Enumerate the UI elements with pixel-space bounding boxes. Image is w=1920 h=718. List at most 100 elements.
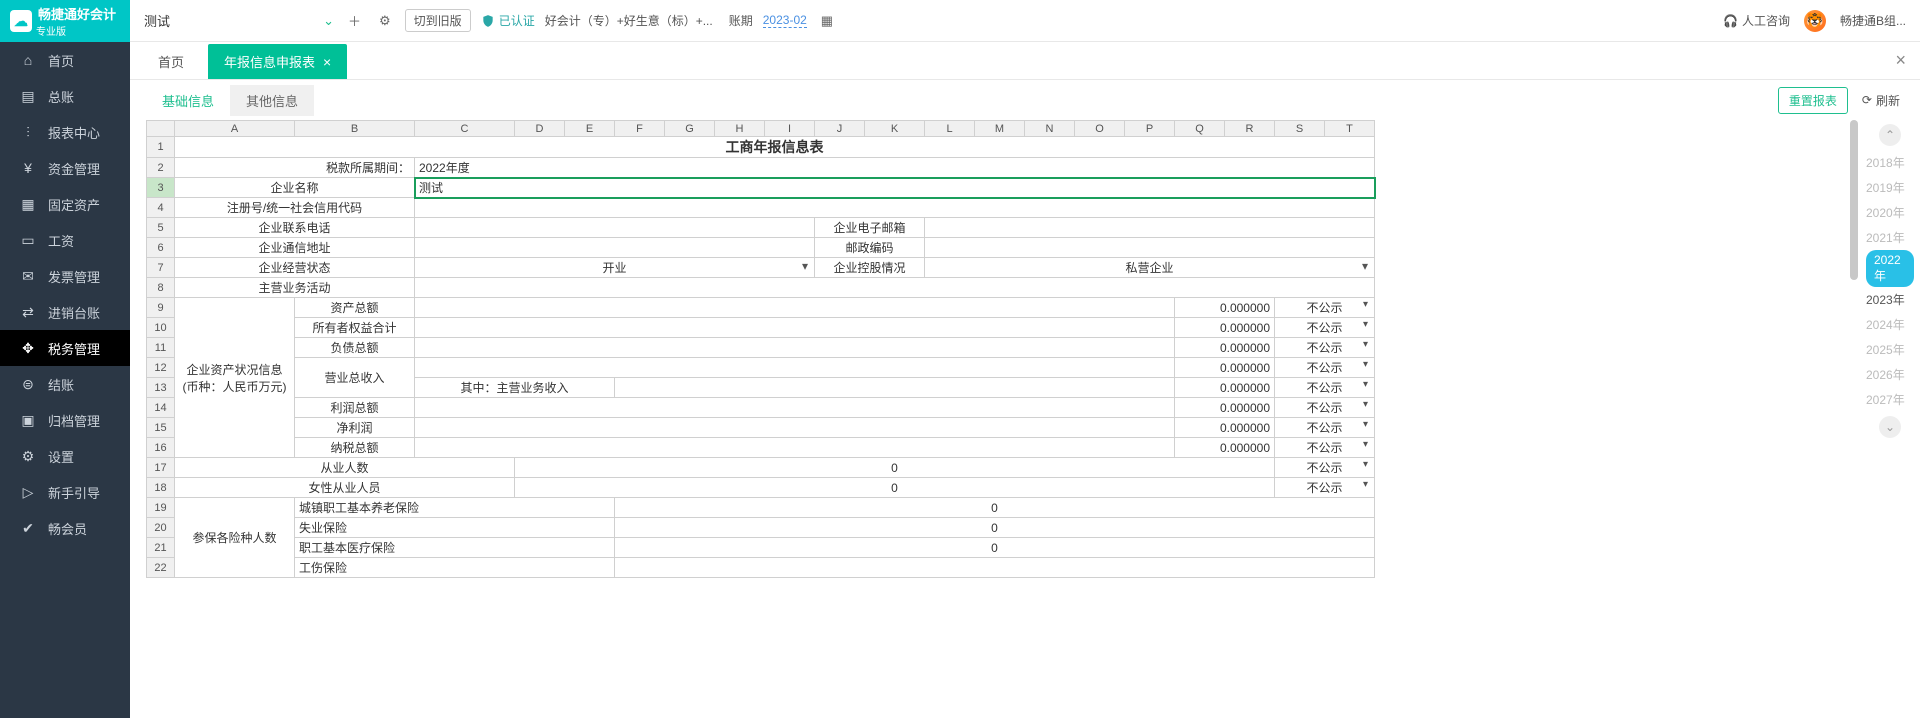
publish-select[interactable]: 不公示 <box>1275 318 1375 338</box>
sidebar-item-发票管理[interactable]: ✉发票管理 <box>0 258 130 294</box>
close-tab-icon[interactable]: × <box>323 54 331 70</box>
year-option[interactable]: 2027年 <box>1866 387 1914 412</box>
col-header[interactable]: F <box>615 121 665 137</box>
cell[interactable]: 0.000000 <box>1175 318 1275 338</box>
row-header[interactable]: 2 <box>147 158 175 178</box>
annual-report-sheet[interactable]: ABCDEFGHIJKLMNOPQRST 1工商年报信息表2税款所属期间：202… <box>146 120 1375 578</box>
year-down-button[interactable]: ⌄ <box>1879 416 1901 438</box>
row-header[interactable]: 17 <box>147 458 175 478</box>
reset-report-button[interactable]: 重置报表 <box>1778 87 1848 114</box>
col-header[interactable]: I <box>765 121 815 137</box>
cell[interactable]: 0.000000 <box>1175 358 1275 378</box>
col-header[interactable]: K <box>865 121 925 137</box>
sidebar-item-工资[interactable]: ▭工资 <box>0 222 130 258</box>
company-name-label[interactable]: 企业名称 <box>175 178 415 198</box>
cell[interactable] <box>415 198 1375 218</box>
year-option[interactable]: 2018年 <box>1866 150 1914 175</box>
row-header[interactable]: 7 <box>147 258 175 278</box>
publish-select[interactable]: 不公示 <box>1275 458 1375 478</box>
sheet-corner[interactable] <box>147 121 175 137</box>
row-header[interactable]: 14 <box>147 398 175 418</box>
cell[interactable]: 所有者权益合计 <box>295 318 415 338</box>
cell[interactable]: 0.000000 <box>1175 338 1275 358</box>
publish-select[interactable]: 不公示 <box>1275 378 1375 398</box>
company-name-value[interactable]: 测试 <box>415 178 1375 198</box>
col-header[interactable]: S <box>1275 121 1325 137</box>
cell[interactable] <box>615 558 1375 578</box>
row-header[interactable]: 18 <box>147 478 175 498</box>
row-header[interactable]: 16 <box>147 438 175 458</box>
company-settings-button[interactable]: ⚙ <box>375 11 395 31</box>
cell[interactable]: 净利润 <box>295 418 415 438</box>
cell[interactable] <box>415 398 1175 418</box>
calendar-icon[interactable]: ▦ <box>817 11 837 31</box>
sidebar-item-归档管理[interactable]: ▣归档管理 <box>0 402 130 438</box>
cell[interactable]: 工伤保险 <box>295 558 615 578</box>
year-option[interactable]: 2026年 <box>1866 362 1914 387</box>
col-header[interactable]: N <box>1025 121 1075 137</box>
cell[interactable]: 从业人数 <box>175 458 515 478</box>
sidebar-item-报表中心[interactable]: ⫶报表中心 <box>0 114 130 150</box>
year-option[interactable]: 2021年 <box>1866 225 1914 250</box>
col-header[interactable]: P <box>1125 121 1175 137</box>
row-header[interactable]: 6 <box>147 238 175 258</box>
row-header[interactable]: 21 <box>147 538 175 558</box>
period-label[interactable]: 税款所属期间： <box>175 158 415 178</box>
cell[interactable]: 营业总收入 <box>295 358 415 398</box>
sidebar-item-畅会员[interactable]: ✔畅会员 <box>0 510 130 546</box>
row-header[interactable]: 20 <box>147 518 175 538</box>
cell[interactable]: 职工基本医疗保险 <box>295 538 615 558</box>
cell[interactable]: 邮政编码 <box>815 238 925 258</box>
sidebar-item-进销台账[interactable]: ⇄进销台账 <box>0 294 130 330</box>
cell[interactable]: 资产总额 <box>295 298 415 318</box>
row-header[interactable]: 11 <box>147 338 175 358</box>
cell[interactable]: 女性从业人员 <box>175 478 515 498</box>
row-header[interactable]: 22 <box>147 558 175 578</box>
cell[interactable]: 0 <box>615 498 1375 518</box>
col-header[interactable]: L <box>925 121 975 137</box>
year-up-button[interactable]: ⌃ <box>1879 124 1901 146</box>
cell[interactable]: 利润总额 <box>295 398 415 418</box>
sidebar-item-总账[interactable]: ▤总账 <box>0 78 130 114</box>
cell[interactable]: 0 <box>615 518 1375 538</box>
avatar[interactable]: 🐯 <box>1804 10 1826 32</box>
sidebar-item-固定资产[interactable]: ▦固定资产 <box>0 186 130 222</box>
add-company-button[interactable]: ＋ <box>344 9 365 32</box>
cell[interactable]: 0 <box>515 478 1275 498</box>
cell[interactable]: 纳税总额 <box>295 438 415 458</box>
publish-select[interactable]: 不公示 <box>1275 438 1375 458</box>
cell[interactable]: 城镇职工基本养老保险 <box>295 498 615 518</box>
row-header[interactable]: 10 <box>147 318 175 338</box>
company-select[interactable]: 测试 ⌄ <box>144 8 334 34</box>
row-header[interactable]: 13 <box>147 378 175 398</box>
year-option[interactable]: 2024年 <box>1866 312 1914 337</box>
user-name[interactable]: 畅捷通B组... <box>1840 12 1906 29</box>
year-option[interactable]: 2022年 <box>1866 250 1914 287</box>
cell[interactable] <box>415 218 815 238</box>
tab-home[interactable]: 首页 <box>142 44 200 79</box>
subtab-other[interactable]: 其他信息 <box>230 85 314 116</box>
cell[interactable] <box>415 338 1175 358</box>
cell[interactable]: 0.000000 <box>1175 398 1275 418</box>
col-header[interactable]: R <box>1225 121 1275 137</box>
sidebar-item-资金管理[interactable]: ¥资金管理 <box>0 150 130 186</box>
col-header[interactable]: Q <box>1175 121 1225 137</box>
cell[interactable]: 企业联系电话 <box>175 218 415 238</box>
row-header[interactable]: 1 <box>147 137 175 158</box>
publish-select[interactable]: 不公示 <box>1275 478 1375 498</box>
row-header[interactable]: 5 <box>147 218 175 238</box>
cell[interactable] <box>415 238 815 258</box>
switch-old-button[interactable]: 切到旧版 <box>405 9 471 32</box>
cell[interactable]: 企业通信地址 <box>175 238 415 258</box>
cell[interactable]: 其中：主营业务收入 <box>415 378 615 398</box>
cell[interactable] <box>415 358 1175 378</box>
col-header[interactable]: O <box>1075 121 1125 137</box>
cell[interactable]: 0.000000 <box>1175 418 1275 438</box>
support-link[interactable]: 🎧 人工咨询 <box>1723 12 1790 29</box>
sidebar-item-结账[interactable]: ⊜结账 <box>0 366 130 402</box>
business-status-select[interactable]: 开业 <box>415 258 815 278</box>
col-header[interactable]: T <box>1325 121 1375 137</box>
row-header[interactable]: 9 <box>147 298 175 318</box>
cell[interactable]: 0 <box>515 458 1275 478</box>
publish-select[interactable]: 不公示 <box>1275 418 1375 438</box>
